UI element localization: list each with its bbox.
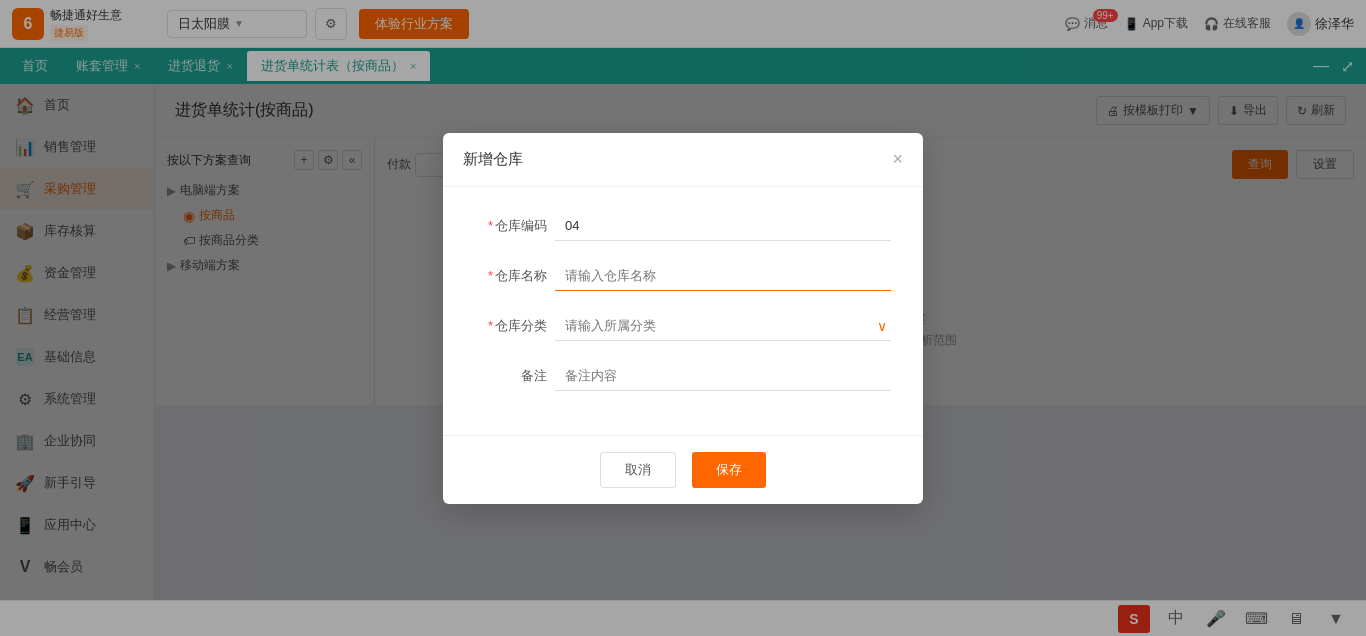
save-button[interactable]: 保存 xyxy=(692,452,766,488)
add-warehouse-modal: 新增仓库 × *仓库编码 *仓库名称 *仓库分类 xyxy=(443,133,923,504)
modal-title: 新增仓库 xyxy=(463,150,523,169)
remark-input[interactable] xyxy=(555,361,891,391)
name-input[interactable] xyxy=(555,261,891,291)
modal-footer: 取消 保存 xyxy=(443,435,923,504)
modal-header: 新增仓库 × xyxy=(443,133,923,187)
modal-overlay: 新增仓库 × *仓库编码 *仓库名称 *仓库分类 xyxy=(0,0,1366,636)
name-label: *仓库名称 xyxy=(475,267,555,285)
form-row-remark: 备注 xyxy=(475,361,891,391)
form-row-category: *仓库分类 ∨ xyxy=(475,311,891,341)
form-row-code: *仓库编码 xyxy=(475,211,891,241)
modal-close-button[interactable]: × xyxy=(892,149,903,170)
category-select-container: ∨ xyxy=(555,311,891,341)
modal-body: *仓库编码 *仓库名称 *仓库分类 ∨ xyxy=(443,187,923,435)
code-input[interactable] xyxy=(555,211,891,241)
code-label: *仓库编码 xyxy=(475,217,555,235)
cancel-button[interactable]: 取消 xyxy=(600,452,676,488)
category-dropdown-arrow[interactable]: ∨ xyxy=(877,318,887,334)
remark-label: 备注 xyxy=(475,367,555,385)
form-row-name: *仓库名称 xyxy=(475,261,891,291)
category-label: *仓库分类 xyxy=(475,317,555,335)
category-input[interactable] xyxy=(555,311,891,341)
